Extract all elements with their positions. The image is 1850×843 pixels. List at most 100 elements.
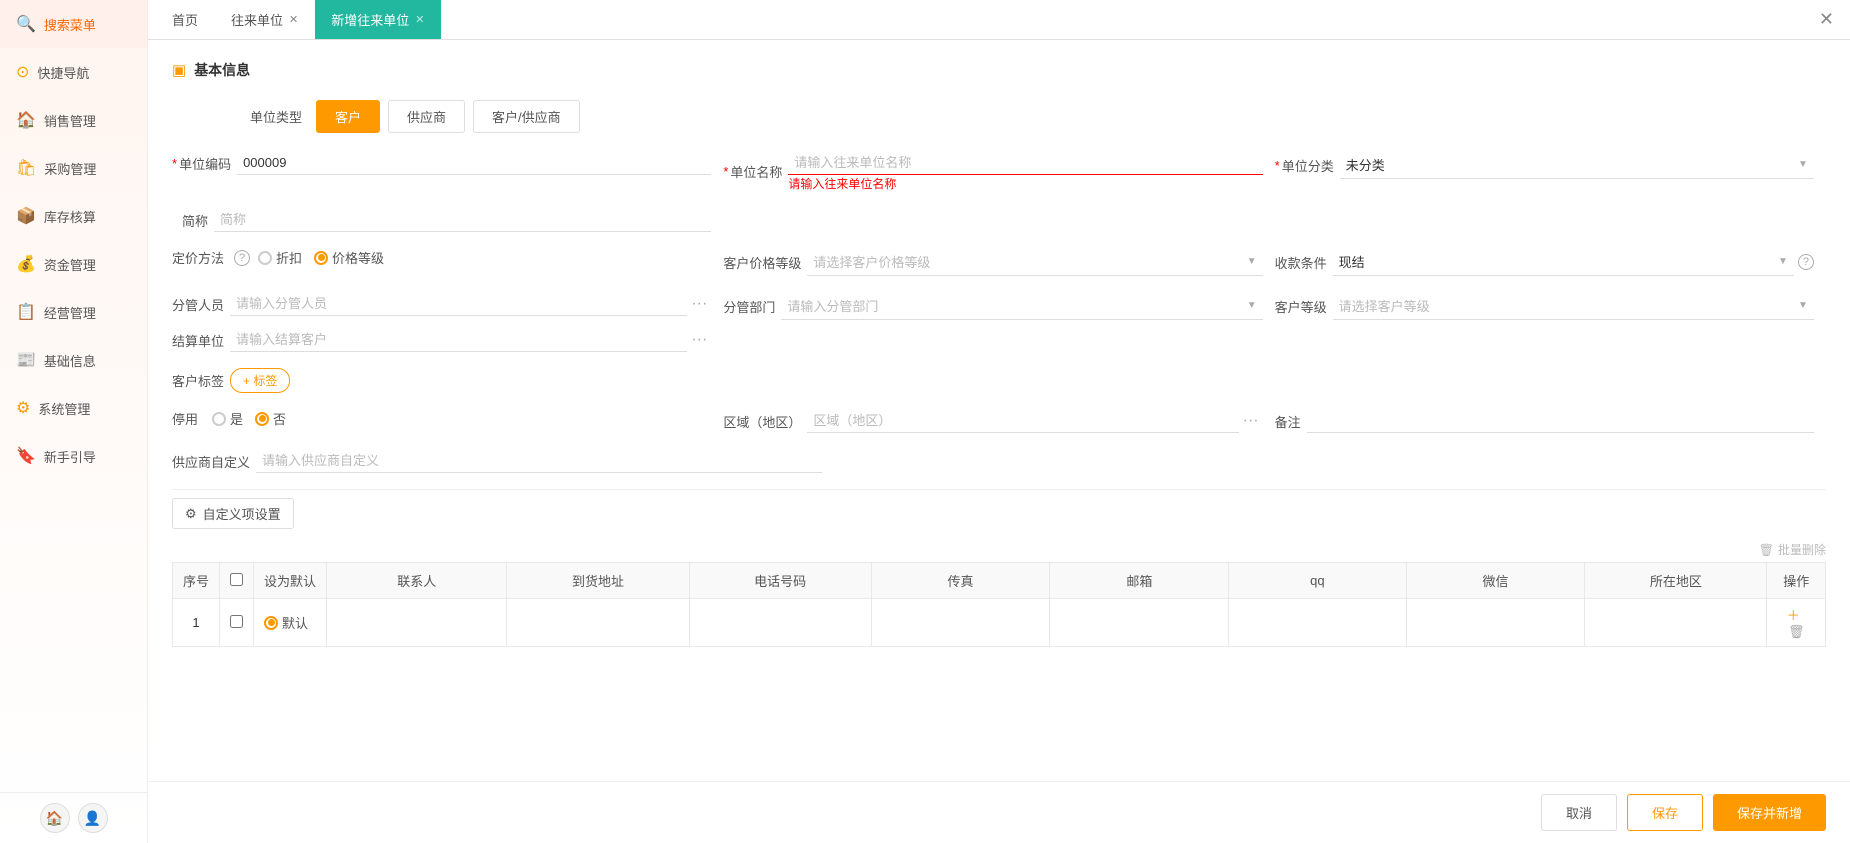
select-all-checkbox[interactable] bbox=[230, 573, 243, 586]
tab-partners-close[interactable]: ✕ bbox=[289, 13, 298, 26]
pricing-discount-circle bbox=[258, 251, 272, 265]
btn-type-both[interactable]: 客户/供应商 bbox=[473, 100, 580, 133]
remark-input[interactable] bbox=[1307, 409, 1814, 433]
settlement-unit-input[interactable] bbox=[230, 328, 687, 352]
payment-terms-select[interactable]: 现结 ▼ bbox=[1333, 248, 1794, 276]
region-more-btn[interactable]: ··· bbox=[1239, 412, 1263, 430]
pricing-help-icon[interactable]: ? bbox=[234, 250, 250, 266]
sidebar-item-label: 库存核算 bbox=[44, 207, 96, 226]
tab-new-partner-close[interactable]: ✕ bbox=[415, 13, 424, 26]
tab-bar-close-all[interactable]: ✕ bbox=[1811, 9, 1842, 30]
disabled-no-circle bbox=[255, 412, 269, 426]
td-email[interactable] bbox=[1050, 599, 1229, 647]
customer-level-placeholder: 请选择客户等级 bbox=[1339, 296, 1798, 315]
td-phone[interactable] bbox=[689, 599, 871, 647]
department-select[interactable]: 请输入分管部门 ▼ bbox=[781, 292, 1262, 320]
manager-label: 分管人员 bbox=[172, 295, 224, 314]
purchase-icon: 🛍 bbox=[16, 158, 36, 178]
save-button[interactable]: 保存 bbox=[1627, 794, 1703, 831]
address-input[interactable] bbox=[517, 615, 678, 630]
row-default-radio[interactable]: 默认 bbox=[264, 613, 316, 632]
name-input[interactable] bbox=[788, 151, 1262, 175]
manager-input[interactable] bbox=[230, 292, 687, 316]
field-category: * 单位分类 未分类 ▼ bbox=[1275, 151, 1826, 179]
category-arrow-icon: ▼ bbox=[1798, 159, 1808, 170]
td-qq[interactable] bbox=[1229, 599, 1406, 647]
sidebar-item-quicknav[interactable]: ⊙ 快捷导航 bbox=[0, 48, 147, 96]
sidebar-item-label: 经营管理 bbox=[44, 303, 96, 322]
sidebar-item-inventory[interactable]: 📦 库存核算 bbox=[0, 192, 147, 240]
customer-level-select[interactable]: 请选择客户等级 ▼ bbox=[1333, 292, 1814, 320]
phone-input[interactable] bbox=[700, 615, 861, 630]
sidebar-item-label: 搜索菜单 bbox=[44, 15, 96, 34]
pricing-discount-label: 折扣 bbox=[276, 248, 302, 267]
short-name-input[interactable] bbox=[214, 208, 711, 232]
sidebar-user-btn[interactable]: 👤 bbox=[78, 803, 108, 833]
td-action: ＋ 🗑 bbox=[1767, 599, 1826, 647]
sidebar-home-btn[interactable]: 🏠 bbox=[40, 803, 70, 833]
customer-price-level-placeholder: 请选择客户价格等级 bbox=[813, 252, 1246, 271]
email-input[interactable] bbox=[1060, 615, 1218, 630]
custom-settings-icon: ⚙ bbox=[185, 506, 197, 522]
payment-terms-help-icon[interactable]: ? bbox=[1798, 254, 1814, 270]
disabled-yes-radio[interactable]: 是 bbox=[212, 409, 243, 428]
wechat-input[interactable] bbox=[1417, 615, 1575, 630]
sidebar-item-purchase[interactable]: 🛍 采购管理 bbox=[0, 144, 147, 192]
btn-type-supplier[interactable]: 供应商 bbox=[388, 100, 465, 133]
field-customer-price-level: 客户价格等级 请选择客户价格等级 ▼ bbox=[723, 248, 1274, 276]
location-input[interactable] bbox=[1595, 615, 1756, 630]
manager-more-btn[interactable]: ··· bbox=[687, 295, 711, 313]
region-input[interactable] bbox=[807, 409, 1238, 433]
sidebar-item-guide[interactable]: 🔖 新手引导 bbox=[0, 432, 147, 480]
code-required-mark: * bbox=[172, 156, 177, 171]
row-checkbox[interactable] bbox=[230, 615, 243, 628]
td-checkbox[interactable] bbox=[220, 599, 254, 647]
add-tag-btn[interactable]: + 标签 bbox=[230, 368, 290, 393]
code-input[interactable] bbox=[237, 151, 711, 175]
customer-level-arrow-icon: ▼ bbox=[1798, 300, 1808, 311]
supplier-custom-input[interactable] bbox=[256, 449, 822, 473]
batch-delete-label[interactable]: 批量删除 bbox=[1778, 541, 1826, 558]
field-code: * 单位编码 bbox=[172, 151, 723, 175]
customer-level-label: 客户等级 bbox=[1275, 297, 1327, 316]
department-placeholder: 请输入分管部门 bbox=[787, 296, 1246, 315]
td-default[interactable]: 默认 bbox=[254, 599, 327, 647]
field-remark: 备注 bbox=[1275, 409, 1826, 433]
unit-type-row: 单位类型 客户 供应商 客户/供应商 bbox=[172, 100, 1826, 133]
category-select[interactable]: 未分类 ▼ bbox=[1340, 151, 1814, 179]
contact-input[interactable] bbox=[337, 615, 496, 630]
contacts-table-wrapper: 序号 设为默认 联系人 到货地址 电话号码 传真 邮箱 qq 微信 所在地区 操… bbox=[172, 562, 1826, 647]
settlement-unit-more-btn[interactable]: ··· bbox=[687, 331, 711, 349]
btn-type-customer[interactable]: 客户 bbox=[316, 100, 380, 133]
save-new-button[interactable]: 保存并新增 bbox=[1713, 794, 1826, 831]
sidebar-item-finance[interactable]: 💰 资金管理 bbox=[0, 240, 147, 288]
row-add-btn[interactable]: ＋ bbox=[1787, 608, 1800, 623]
sidebar-item-operations[interactable]: 📋 经营管理 bbox=[0, 288, 147, 336]
tab-new-partner[interactable]: 新增往来单位 ✕ bbox=[315, 0, 441, 39]
pricing-discount-radio[interactable]: 折扣 bbox=[258, 248, 302, 267]
tab-home-label: 首页 bbox=[172, 10, 198, 29]
td-location[interactable] bbox=[1585, 599, 1767, 647]
customer-price-level-select[interactable]: 请选择客户价格等级 ▼ bbox=[807, 248, 1262, 276]
cancel-button[interactable]: 取消 bbox=[1541, 794, 1617, 831]
tab-partners[interactable]: 往来单位 ✕ bbox=[215, 0, 315, 39]
sidebar-item-search[interactable]: 🔍 搜索菜单 bbox=[0, 0, 147, 48]
fax-input[interactable] bbox=[882, 615, 1040, 630]
td-fax[interactable] bbox=[871, 599, 1050, 647]
th-checkbox[interactable] bbox=[220, 563, 254, 599]
sidebar-item-sales[interactable]: 🏠 销售管理 bbox=[0, 96, 147, 144]
qq-input[interactable] bbox=[1239, 615, 1395, 630]
disabled-no-radio[interactable]: 否 bbox=[255, 409, 286, 428]
sidebar-item-system[interactable]: ⚙ 系统管理 bbox=[0, 384, 147, 432]
tab-home[interactable]: 首页 bbox=[156, 0, 215, 39]
sidebar-item-basic[interactable]: 📰 基础信息 bbox=[0, 336, 147, 384]
td-contact[interactable] bbox=[327, 599, 507, 647]
main-area: 首页 往来单位 ✕ 新增往来单位 ✕ ✕ ▣ 基本信息 单位类型 客户 供应商 … bbox=[148, 0, 1850, 843]
td-address[interactable] bbox=[507, 599, 689, 647]
pricing-level-radio[interactable]: 价格等级 bbox=[314, 248, 384, 267]
row-delete-btn[interactable]: 🗑 bbox=[1788, 624, 1805, 639]
custom-settings-btn[interactable]: ⚙ 自定义项设置 bbox=[172, 498, 294, 529]
sidebar-item-label: 资金管理 bbox=[44, 255, 96, 274]
basic-icon: 📰 bbox=[16, 350, 36, 370]
td-wechat[interactable] bbox=[1406, 599, 1585, 647]
